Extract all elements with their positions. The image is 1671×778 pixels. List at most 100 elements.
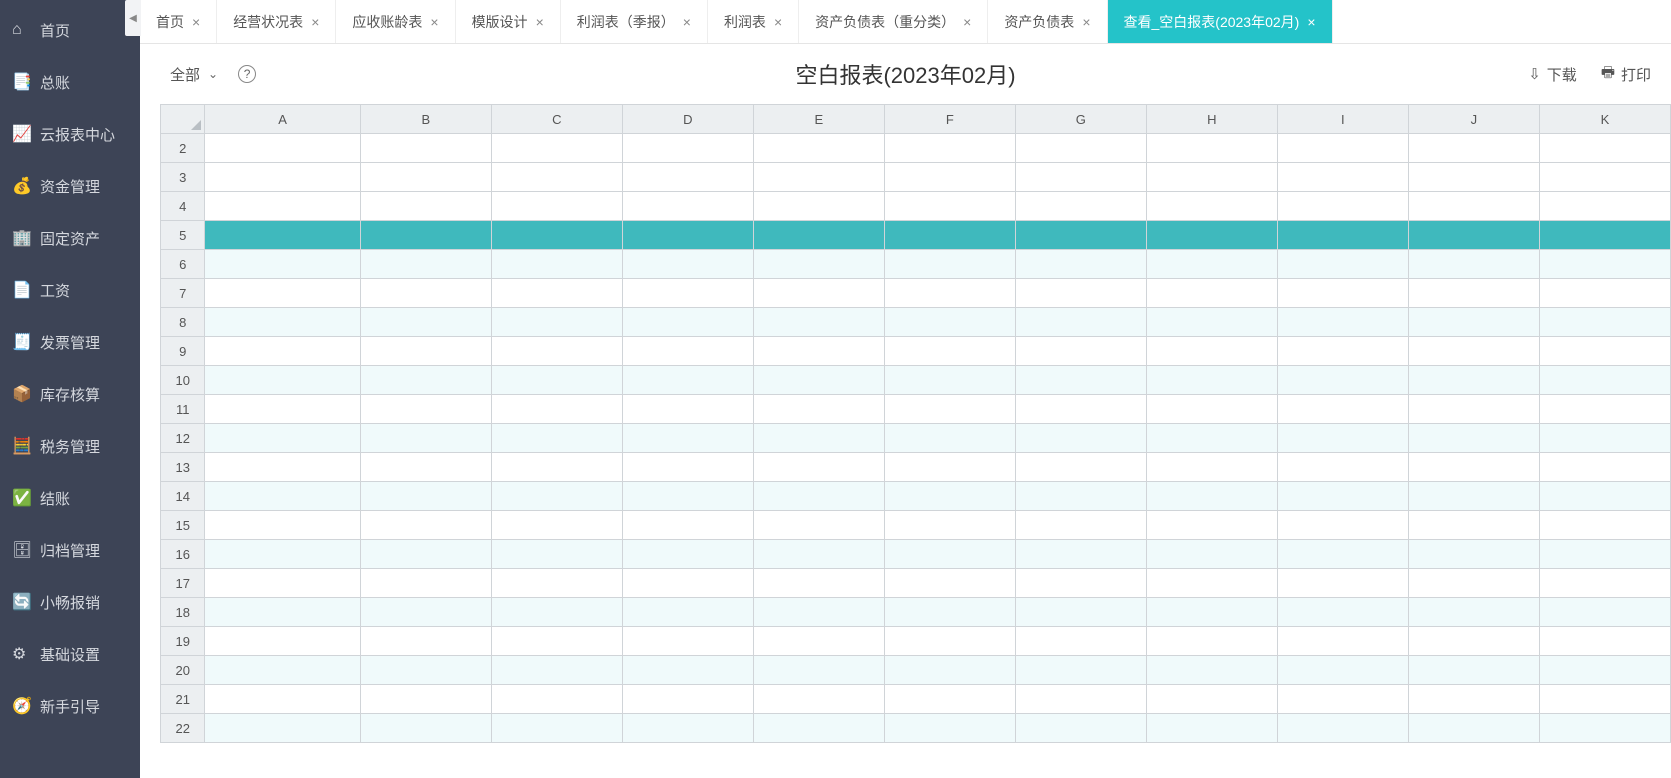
cell-C21[interactable]	[491, 685, 622, 714]
cell-C15[interactable]	[491, 511, 622, 540]
cell-I6[interactable]	[1277, 250, 1408, 279]
cell-D22[interactable]	[622, 714, 753, 743]
tab-8[interactable]: 查看_空白报表(2023年02月)×	[1108, 0, 1333, 43]
cell-C9[interactable]	[491, 337, 622, 366]
cell-C2[interactable]	[491, 134, 622, 163]
cell-H2[interactable]	[1146, 134, 1277, 163]
col-header-E[interactable]: E	[753, 105, 884, 134]
cell-H22[interactable]	[1146, 714, 1277, 743]
cell-A15[interactable]	[205, 511, 360, 540]
sidebar-item-2[interactable]: 📈云报表中心	[0, 108, 140, 160]
close-icon[interactable]: ×	[311, 15, 319, 29]
cell-H10[interactable]	[1146, 366, 1277, 395]
cell-G22[interactable]	[1015, 714, 1146, 743]
cell-H7[interactable]	[1146, 279, 1277, 308]
tab-3[interactable]: 模版设计×	[456, 0, 561, 43]
col-header-F[interactable]: F	[884, 105, 1015, 134]
sidebar-item-7[interactable]: 📦库存核算	[0, 368, 140, 420]
cell-E21[interactable]	[753, 685, 884, 714]
cell-K5[interactable]	[1539, 221, 1670, 250]
cell-I9[interactable]	[1277, 337, 1408, 366]
cell-J4[interactable]	[1408, 192, 1539, 221]
cell-C5[interactable]	[491, 221, 622, 250]
col-header-C[interactable]: C	[491, 105, 622, 134]
cell-D15[interactable]	[622, 511, 753, 540]
cell-A7[interactable]	[205, 279, 360, 308]
cell-F9[interactable]	[884, 337, 1015, 366]
cell-E22[interactable]	[753, 714, 884, 743]
cell-H9[interactable]	[1146, 337, 1277, 366]
cell-H18[interactable]	[1146, 598, 1277, 627]
cell-A9[interactable]	[205, 337, 360, 366]
cell-I21[interactable]	[1277, 685, 1408, 714]
cell-E14[interactable]	[753, 482, 884, 511]
cell-H11[interactable]	[1146, 395, 1277, 424]
spreadsheet[interactable]: ABCDEFGHIJK23456789101112131415161718192…	[160, 104, 1671, 743]
cell-A22[interactable]	[205, 714, 360, 743]
cell-B4[interactable]	[360, 192, 491, 221]
cell-J15[interactable]	[1408, 511, 1539, 540]
cell-C19[interactable]	[491, 627, 622, 656]
cell-F5[interactable]	[884, 221, 1015, 250]
sheet-corner[interactable]	[161, 105, 205, 134]
cell-E2[interactable]	[753, 134, 884, 163]
sidebar-item-13[interactable]: 🧭新手引导	[0, 680, 140, 732]
cell-A21[interactable]	[205, 685, 360, 714]
cell-C14[interactable]	[491, 482, 622, 511]
row-header-7[interactable]: 7	[161, 279, 205, 308]
close-icon[interactable]: ×	[683, 15, 691, 29]
cell-I12[interactable]	[1277, 424, 1408, 453]
cell-G18[interactable]	[1015, 598, 1146, 627]
cell-G17[interactable]	[1015, 569, 1146, 598]
cell-B13[interactable]	[360, 453, 491, 482]
row-header-11[interactable]: 11	[161, 395, 205, 424]
tab-6[interactable]: 资产负债表（重分类）×	[799, 0, 988, 43]
cell-B6[interactable]	[360, 250, 491, 279]
cell-D18[interactable]	[622, 598, 753, 627]
sidebar-item-10[interactable]: 🗄归档管理	[0, 524, 140, 576]
cell-C6[interactable]	[491, 250, 622, 279]
sidebar-item-5[interactable]: 📄工资	[0, 264, 140, 316]
cell-E3[interactable]	[753, 163, 884, 192]
cell-C7[interactable]	[491, 279, 622, 308]
cell-I7[interactable]	[1277, 279, 1408, 308]
row-header-4[interactable]: 4	[161, 192, 205, 221]
row-header-15[interactable]: 15	[161, 511, 205, 540]
cell-C11[interactable]	[491, 395, 622, 424]
cell-C20[interactable]	[491, 656, 622, 685]
close-icon[interactable]: ×	[963, 15, 971, 29]
help-icon[interactable]: ?	[238, 65, 256, 83]
tab-2[interactable]: 应收账龄表×	[336, 0, 455, 43]
cell-G16[interactable]	[1015, 540, 1146, 569]
cell-D5[interactable]	[622, 221, 753, 250]
cell-J11[interactable]	[1408, 395, 1539, 424]
cell-F13[interactable]	[884, 453, 1015, 482]
tab-0[interactable]: 首页×	[140, 0, 217, 43]
cell-D10[interactable]	[622, 366, 753, 395]
cell-K19[interactable]	[1539, 627, 1670, 656]
cell-B14[interactable]	[360, 482, 491, 511]
cell-A18[interactable]	[205, 598, 360, 627]
cell-G3[interactable]	[1015, 163, 1146, 192]
cell-F20[interactable]	[884, 656, 1015, 685]
cell-H5[interactable]	[1146, 221, 1277, 250]
cell-G13[interactable]	[1015, 453, 1146, 482]
cell-I4[interactable]	[1277, 192, 1408, 221]
col-header-J[interactable]: J	[1408, 105, 1539, 134]
cell-F18[interactable]	[884, 598, 1015, 627]
sidebar-item-6[interactable]: 🧾发票管理	[0, 316, 140, 368]
cell-J17[interactable]	[1408, 569, 1539, 598]
cell-E15[interactable]	[753, 511, 884, 540]
close-icon[interactable]: ×	[774, 15, 782, 29]
cell-C17[interactable]	[491, 569, 622, 598]
cell-G6[interactable]	[1015, 250, 1146, 279]
cell-J6[interactable]	[1408, 250, 1539, 279]
row-header-6[interactable]: 6	[161, 250, 205, 279]
cell-H13[interactable]	[1146, 453, 1277, 482]
cell-I11[interactable]	[1277, 395, 1408, 424]
cell-G9[interactable]	[1015, 337, 1146, 366]
cell-K2[interactable]	[1539, 134, 1670, 163]
cell-F14[interactable]	[884, 482, 1015, 511]
sidebar-item-11[interactable]: 🔄小畅报销	[0, 576, 140, 628]
cell-F12[interactable]	[884, 424, 1015, 453]
